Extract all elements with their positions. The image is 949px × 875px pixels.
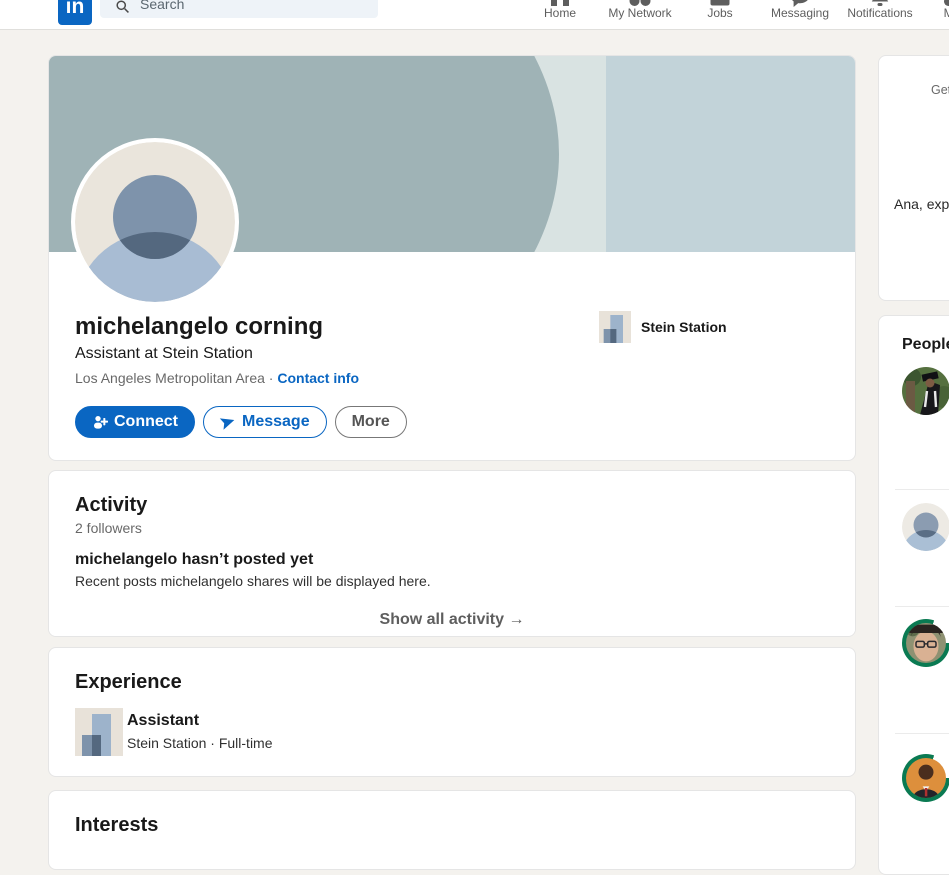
linkedin-logo[interactable]: in (58, 0, 92, 25)
nav-item-messaging[interactable]: Messaging (760, 0, 840, 29)
profile-action-buttons: Connect Message More (75, 406, 407, 438)
suggested-person-4[interactable] (902, 754, 949, 802)
nav-label-jobs: Jobs (707, 6, 733, 20)
profile-location-row: Los Angeles Metropolitan Area · Contact … (75, 369, 359, 387)
message-button-label: Message (242, 413, 310, 430)
profile-name: michelangelo corning (75, 313, 324, 340)
experience-title: Experience (75, 671, 182, 693)
person-photo-graduation (902, 367, 949, 415)
person-photo-suit (906, 758, 946, 798)
activity-empty-subtitle: Recent posts michelangelo shares will be… (75, 573, 431, 589)
person-photo-glasses (906, 623, 946, 663)
send-icon (219, 418, 235, 430)
profile-location: Los Angeles Metropolitan Area (75, 370, 265, 386)
message-button[interactable]: Message (203, 406, 327, 438)
contact-info-link[interactable]: Contact info (277, 370, 359, 386)
people-section-title: People (902, 336, 949, 353)
open-to-work-ring (902, 754, 949, 802)
right-rail-ad-card: Get Ana, exp (878, 55, 949, 301)
linkedin-profile-page: { "nav": { "logo": "in", "search_placeho… (0, 0, 949, 875)
suggested-person-2[interactable] (902, 503, 949, 551)
people-also-viewed-card: People (878, 315, 949, 875)
connect-person-plus-icon (94, 416, 108, 429)
nav-item-my-network[interactable]: My Network (600, 0, 680, 29)
person-placeholder-avatar (902, 503, 949, 551)
current-company-chip[interactable]: Stein Station (599, 311, 727, 343)
ghost-person-avatar (75, 142, 235, 302)
nav-label-me: Me (912, 6, 949, 20)
profile-photo[interactable] (71, 138, 239, 306)
people-divider (895, 606, 949, 607)
profile-headline: Assistant at Stein Station (75, 345, 253, 362)
experience-company-logo (75, 708, 123, 756)
activity-title: Activity (75, 494, 148, 516)
search-placeholder: Search (140, 0, 185, 12)
followers-count: 2 followers (75, 520, 142, 536)
suggested-person-1[interactable] (902, 367, 949, 415)
activity-card: Activity 2 followers michelangelo hasn’t… (48, 470, 856, 637)
people-divider (895, 489, 949, 490)
profile-card: michelangelo corning Assistant at Stein … (48, 55, 856, 461)
experience-meta: Stein Station · Full-time (127, 735, 273, 751)
nav-item-notifications[interactable]: Notifications (840, 0, 920, 29)
more-button[interactable]: More (334, 406, 407, 438)
experience-card: Experience Assistant Stein Station · Ful… (48, 647, 856, 777)
nav-label-home: Home (543, 6, 576, 20)
nav-label-messaging: Messaging (770, 6, 830, 20)
more-button-label: More (351, 413, 390, 430)
nav-item-me[interactable]: Me (912, 0, 949, 29)
connect-button[interactable]: Connect (75, 406, 195, 438)
top-navigation-bar: in Search Home My Network Jobs Messaging… (0, 0, 949, 30)
show-all-activity-button[interactable]: Show all activity → (49, 601, 855, 636)
nav-label-notifications: Notifications (847, 6, 913, 20)
activity-empty-title: michelangelo hasn’t posted yet (75, 551, 314, 568)
experience-role: Assistant (127, 712, 200, 729)
suggested-person-3[interactable] (902, 619, 949, 667)
open-to-work-ring (902, 619, 949, 667)
nav-label-my-network: My Network (608, 6, 672, 20)
company-logo (599, 311, 631, 343)
nav-item-jobs[interactable]: Jobs (680, 0, 760, 29)
interests-card: Interests (48, 790, 856, 870)
ad-tagline: Get (931, 83, 949, 97)
ad-personalized-text: Ana, exp (894, 196, 949, 212)
company-name: Stein Station (641, 319, 727, 335)
interests-title: Interests (75, 814, 159, 836)
nav-item-home[interactable]: Home (520, 0, 600, 29)
connect-button-label: Connect (114, 413, 178, 430)
people-divider (895, 733, 949, 734)
search-input[interactable]: Search (100, 0, 378, 18)
search-icon (116, 0, 129, 13)
